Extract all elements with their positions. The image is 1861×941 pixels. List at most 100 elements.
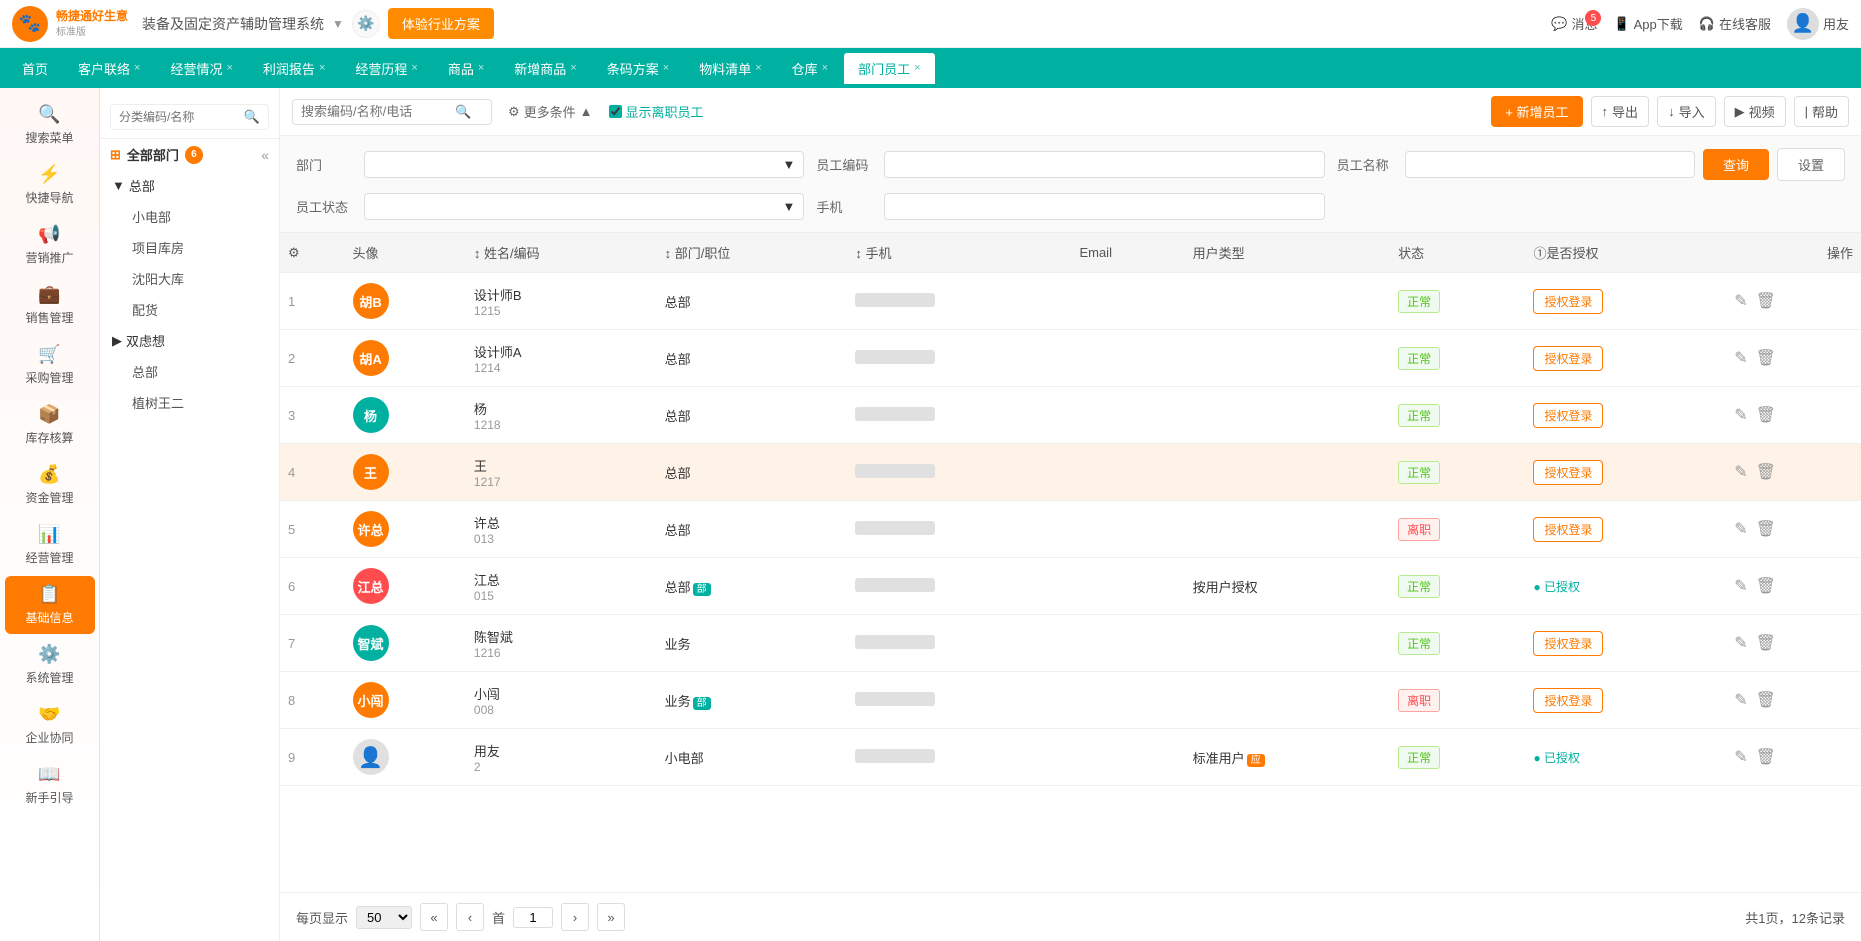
next-page-btn[interactable]: ›: [561, 903, 589, 931]
trial-button[interactable]: 体验行业方案: [388, 8, 494, 39]
reset-button[interactable]: 设置: [1777, 148, 1845, 181]
edit-icon[interactable]: ✎: [1734, 405, 1747, 425]
edit-icon[interactable]: ✎: [1734, 747, 1747, 767]
tab-goods[interactable]: 商品 ×: [434, 53, 498, 84]
dept-item-xiaodianbу[interactable]: 小电部: [100, 201, 279, 232]
dept-search-input[interactable]: [119, 110, 240, 124]
settings-gear-icon[interactable]: ⚙️: [352, 10, 380, 38]
tab-barcode-close[interactable]: ×: [663, 62, 669, 74]
nav-item-sales[interactable]: 💼 销售管理: [5, 276, 95, 334]
edit-icon[interactable]: ✎: [1734, 690, 1747, 710]
filter-dept-select[interactable]: ▼: [364, 151, 804, 178]
auth-login-button[interactable]: 授权登录: [1533, 346, 1603, 371]
col-dept[interactable]: ↕ 部门/职位: [657, 233, 848, 273]
col-phone[interactable]: ↕ 手机: [847, 233, 1071, 273]
nav-item-guide[interactable]: 📖 新手引导: [5, 756, 95, 814]
nav-item-purchase[interactable]: 🛒 采购管理: [5, 336, 95, 394]
col-settings[interactable]: ⚙: [280, 233, 345, 273]
edit-icon[interactable]: ✎: [1734, 633, 1747, 653]
edit-icon[interactable]: ✎: [1734, 348, 1747, 368]
view-button[interactable]: ▶ 视频: [1724, 96, 1786, 127]
nav-item-basicinfo[interactable]: 📋 基础信息: [5, 576, 95, 634]
tab-bom[interactable]: 物料清单 ×: [685, 53, 775, 84]
tab-operation[interactable]: 经营情况 ×: [156, 53, 246, 84]
tab-warehouse[interactable]: 仓库 ×: [778, 53, 842, 84]
export-button[interactable]: ↑ 导出: [1591, 96, 1650, 127]
tab-bizhistory[interactable]: 经营历程 ×: [341, 53, 431, 84]
prev-page-btn[interactable]: ‹: [456, 903, 484, 931]
dept-search-box[interactable]: 🔍: [110, 104, 269, 130]
last-page-btn[interactable]: »: [597, 903, 625, 931]
edit-icon[interactable]: ✎: [1734, 291, 1747, 311]
dept-item-project[interactable]: 项目库房: [100, 232, 279, 263]
filter-status-select[interactable]: ▼: [364, 193, 804, 220]
edit-icon[interactable]: ✎: [1734, 576, 1747, 596]
edit-icon[interactable]: ✎: [1734, 519, 1747, 539]
nav-item-bizmanage[interactable]: 📊 经营管理: [5, 516, 95, 574]
tab-home[interactable]: 首页: [8, 53, 62, 84]
online-service-btn[interactable]: 🎧 在线客服: [1699, 14, 1771, 33]
delete-icon[interactable]: 🗑: [1756, 633, 1776, 653]
dept-item-zongbu[interactable]: 总部: [100, 356, 279, 387]
tab-bom-close[interactable]: ×: [755, 62, 761, 74]
show-resign-label[interactable]: 显示离职员工: [609, 102, 704, 121]
auth-login-button[interactable]: 授权登录: [1533, 403, 1603, 428]
tab-profit-close[interactable]: ×: [319, 62, 325, 74]
main-search-input[interactable]: [301, 104, 451, 119]
more-filters-btn[interactable]: ⚙ 更多条件 ▲: [500, 98, 601, 125]
filter-phone-input[interactable]: [884, 193, 1324, 220]
tab-barcode[interactable]: 条码方案 ×: [593, 53, 683, 84]
delete-icon[interactable]: 🗑: [1756, 462, 1776, 482]
filter-code-input[interactable]: [884, 151, 1324, 178]
dept-collapse-btn[interactable]: «: [261, 147, 269, 163]
col-name[interactable]: ↕ 姓名/编码: [466, 233, 657, 273]
nav-item-sysmanage[interactable]: ⚙️ 系统管理: [5, 636, 95, 694]
tab-customer[interactable]: 客户联络 ×: [64, 53, 154, 84]
auth-login-button[interactable]: 授权登录: [1533, 460, 1603, 485]
user-menu-btn[interactable]: 👤 用友: [1787, 8, 1849, 40]
add-employee-button[interactable]: + 新增员工: [1491, 96, 1582, 127]
tab-goods-close[interactable]: ×: [478, 62, 484, 74]
nav-item-marketing[interactable]: 📢 营销推广: [5, 216, 95, 274]
tab-employee-close[interactable]: ×: [914, 62, 920, 74]
delete-icon[interactable]: 🗑: [1756, 519, 1776, 539]
nav-item-shortcut[interactable]: ⚡ 快捷导航: [5, 156, 95, 214]
dept-item-peihuo[interactable]: 配货: [100, 294, 279, 325]
page-number-input[interactable]: [513, 907, 553, 928]
delete-icon[interactable]: 🗑: [1756, 747, 1776, 767]
per-page-select[interactable]: 50 20 100: [356, 906, 412, 929]
auth-login-button[interactable]: 授权登录: [1533, 631, 1603, 656]
dept-item-shenyang[interactable]: 沈阳大库: [100, 263, 279, 294]
nav-item-search[interactable]: 🔍 搜索菜单: [5, 96, 95, 154]
message-btn[interactable]: 💬 5 消息: [1551, 14, 1597, 33]
delete-icon[interactable]: 🗑: [1756, 405, 1776, 425]
dept-all-label[interactable]: 全部部门: [127, 145, 179, 164]
tab-employee[interactable]: 部门员工 ×: [844, 53, 934, 84]
nav-item-inventory[interactable]: 📦 库存核算: [5, 396, 95, 454]
dept-item-zhishu[interactable]: 植树王二: [100, 387, 279, 418]
delete-icon[interactable]: 🗑: [1756, 576, 1776, 596]
tab-customer-close[interactable]: ×: [134, 62, 140, 74]
nav-item-finance[interactable]: 💰 资金管理: [5, 456, 95, 514]
import-button[interactable]: ↓ 导入: [1657, 96, 1716, 127]
query-button[interactable]: 查询: [1703, 149, 1769, 180]
auth-login-button[interactable]: 授权登录: [1533, 517, 1603, 542]
show-resign-checkbox[interactable]: [609, 105, 622, 118]
app-download-btn[interactable]: 📱 App下载: [1613, 14, 1682, 33]
main-search-box[interactable]: 🔍: [292, 99, 492, 125]
tab-addgoods-close[interactable]: ×: [570, 62, 576, 74]
auth-login-button[interactable]: 授权登录: [1533, 688, 1603, 713]
system-title-arrow[interactable]: ▼: [332, 17, 344, 31]
dept-group-shuangluxiang[interactable]: ▶ 双虑想: [100, 325, 279, 356]
nav-item-collab[interactable]: 🤝 企业协同: [5, 696, 95, 754]
tab-addgoods[interactable]: 新增商品 ×: [500, 53, 590, 84]
filter-name-input[interactable]: [1405, 151, 1695, 178]
tab-warehouse-close[interactable]: ×: [822, 62, 828, 74]
tab-profit[interactable]: 利润报告 ×: [249, 53, 339, 84]
delete-icon[interactable]: 🗑: [1756, 291, 1776, 311]
delete-icon[interactable]: 🗑: [1756, 348, 1776, 368]
dept-group-head[interactable]: ▼ 总部: [100, 170, 279, 201]
tab-operation-close[interactable]: ×: [226, 62, 232, 74]
edit-icon[interactable]: ✎: [1734, 462, 1747, 482]
auth-login-button[interactable]: 授权登录: [1533, 289, 1603, 314]
